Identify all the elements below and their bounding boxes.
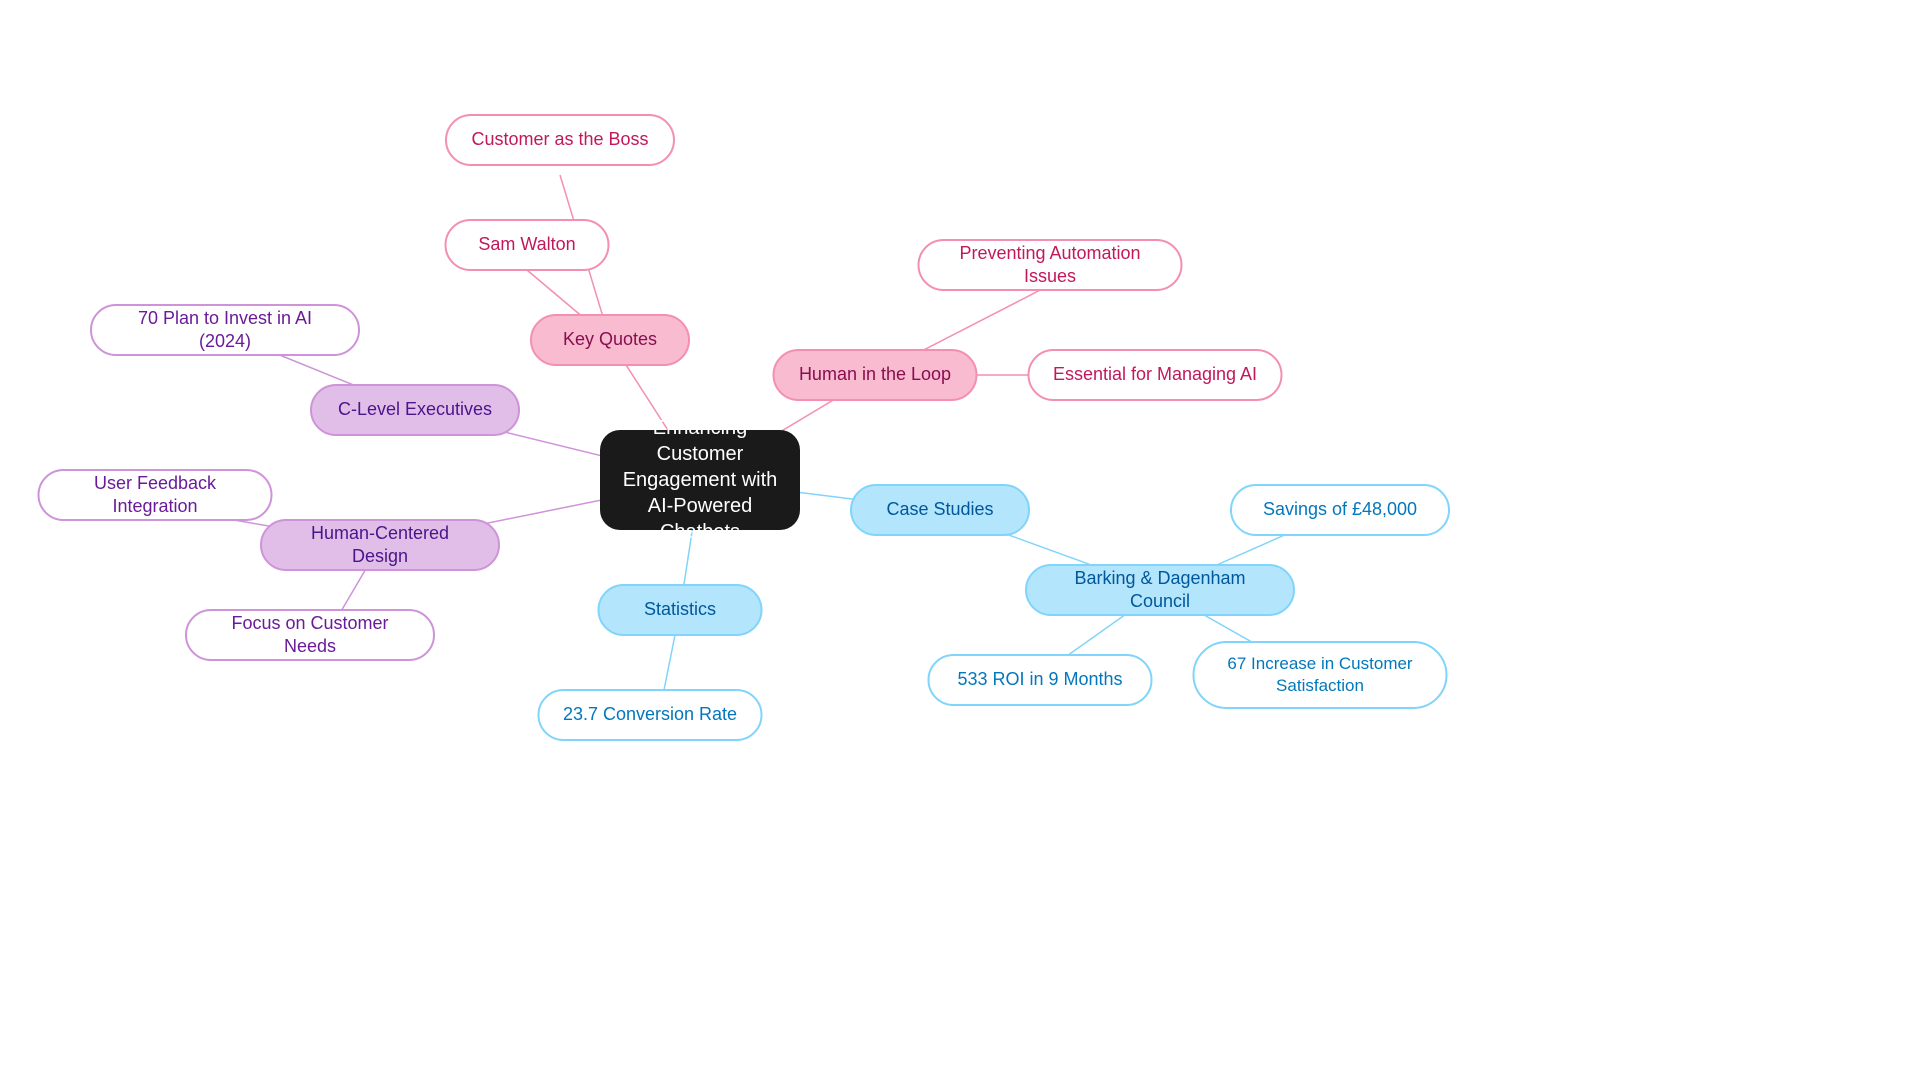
- node-c-level[interactable]: C-Level Executives: [310, 384, 520, 436]
- node-customer-boss[interactable]: Customer as the Boss: [445, 114, 675, 166]
- essential-ai-label: Essential for Managing AI: [1053, 363, 1257, 386]
- node-roi[interactable]: 533 ROI in 9 Months: [928, 654, 1153, 706]
- c-level-label: C-Level Executives: [338, 398, 492, 421]
- customer-boss-label: Customer as the Boss: [471, 128, 648, 151]
- node-conversion-rate[interactable]: 23.7 Conversion Rate: [538, 689, 763, 741]
- conversion-rate-label: 23.7 Conversion Rate: [563, 703, 737, 726]
- center-label: Enhancing Customer Engagement with AI-Po…: [618, 415, 782, 545]
- satisfaction-label: 67 Increase in Customer Satisfaction: [1215, 653, 1426, 697]
- case-studies-label: Case Studies: [886, 498, 993, 521]
- node-savings[interactable]: Savings of £48,000: [1230, 484, 1450, 536]
- node-case-studies[interactable]: Case Studies: [850, 484, 1030, 536]
- node-human-loop[interactable]: Human in the Loop: [773, 349, 978, 401]
- node-70-plan[interactable]: 70 Plan to Invest in AI (2024): [90, 304, 360, 356]
- focus-customer-label: Focus on Customer Needs: [207, 612, 413, 659]
- node-essential-ai[interactable]: Essential for Managing AI: [1028, 349, 1283, 401]
- sam-walton-label: Sam Walton: [478, 233, 575, 256]
- user-feedback-label: User Feedback Integration: [60, 472, 251, 519]
- node-user-feedback[interactable]: User Feedback Integration: [38, 469, 273, 521]
- node-barking-dagenham[interactable]: Barking & Dagenham Council: [1025, 564, 1295, 616]
- node-focus-customer[interactable]: Focus on Customer Needs: [185, 609, 435, 661]
- node-key-quotes[interactable]: Key Quotes: [530, 314, 690, 366]
- node-human-centered[interactable]: Human-Centered Design: [260, 519, 500, 571]
- center-node[interactable]: Enhancing Customer Engagement with AI-Po…: [600, 430, 800, 530]
- barking-dagenham-label: Barking & Dagenham Council: [1047, 567, 1273, 614]
- node-statistics[interactable]: Statistics: [598, 584, 763, 636]
- node-sam-walton[interactable]: Sam Walton: [445, 219, 610, 271]
- roi-label: 533 ROI in 9 Months: [957, 668, 1122, 691]
- node-satisfaction[interactable]: 67 Increase in Customer Satisfaction: [1193, 641, 1448, 709]
- human-centered-label: Human-Centered Design: [282, 522, 478, 569]
- 70-plan-label: 70 Plan to Invest in AI (2024): [112, 307, 338, 354]
- key-quotes-label: Key Quotes: [563, 328, 657, 351]
- preventing-automation-label: Preventing Automation Issues: [940, 242, 1161, 289]
- node-preventing-automation[interactable]: Preventing Automation Issues: [918, 239, 1183, 291]
- savings-label: Savings of £48,000: [1263, 498, 1417, 521]
- statistics-label: Statistics: [644, 598, 716, 621]
- human-loop-label: Human in the Loop: [799, 363, 951, 386]
